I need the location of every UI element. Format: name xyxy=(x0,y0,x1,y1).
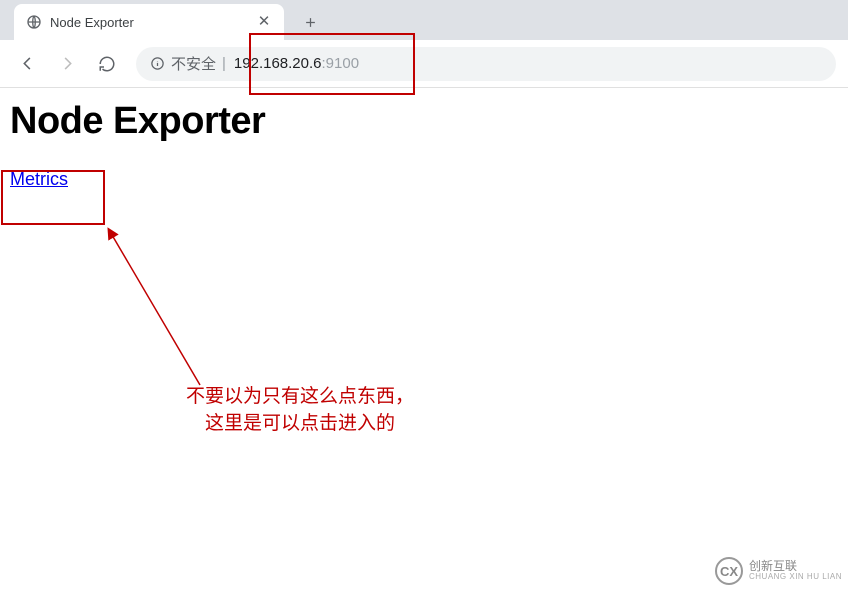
reload-button[interactable] xyxy=(90,47,124,81)
close-icon[interactable]: ✕ xyxy=(256,14,272,30)
browser-toolbar: 不安全 | 192.168.20.6:9100 xyxy=(0,40,848,88)
watermark: CX 创新互联 CHUANG XIN HU LIAN xyxy=(715,557,842,585)
new-tab-button[interactable] xyxy=(296,8,324,36)
watermark-text: 创新互联 CHUANG XIN HU LIAN xyxy=(749,560,842,582)
page-content: Node Exporter Metrics xyxy=(0,88,848,202)
tab-title: Node Exporter xyxy=(50,15,248,30)
annotation-text: 不要以为只有这么点东西， 这里是可以点击进入的 xyxy=(186,384,414,437)
watermark-sub: CHUANG XIN HU LIAN xyxy=(749,573,842,582)
annotation-line-2: 这里是可以点击进入的 xyxy=(186,411,414,438)
watermark-logo: CX xyxy=(715,557,743,585)
separator: | xyxy=(222,55,226,72)
info-icon xyxy=(150,56,165,71)
browser-tab-bar: Node Exporter ✕ xyxy=(0,0,848,40)
globe-icon xyxy=(26,14,42,30)
annotation-line-1: 不要以为只有这么点东西， xyxy=(186,384,414,411)
url-port: :9100 xyxy=(322,55,360,72)
url-host: 192.168.20.6 xyxy=(234,55,322,72)
metrics-link[interactable]: Metrics xyxy=(10,169,68,189)
page-title: Node Exporter xyxy=(10,100,838,143)
forward-button[interactable] xyxy=(50,47,84,81)
security-indicator[interactable]: 不安全 | xyxy=(150,53,226,74)
annotation-arrow xyxy=(100,225,220,395)
url-text: 192.168.20.6:9100 xyxy=(234,55,359,72)
browser-tab-active[interactable]: Node Exporter ✕ xyxy=(14,4,284,40)
back-button[interactable] xyxy=(10,47,44,81)
security-label: 不安全 xyxy=(171,53,216,74)
address-bar[interactable]: 不安全 | 192.168.20.6:9100 xyxy=(136,47,836,81)
